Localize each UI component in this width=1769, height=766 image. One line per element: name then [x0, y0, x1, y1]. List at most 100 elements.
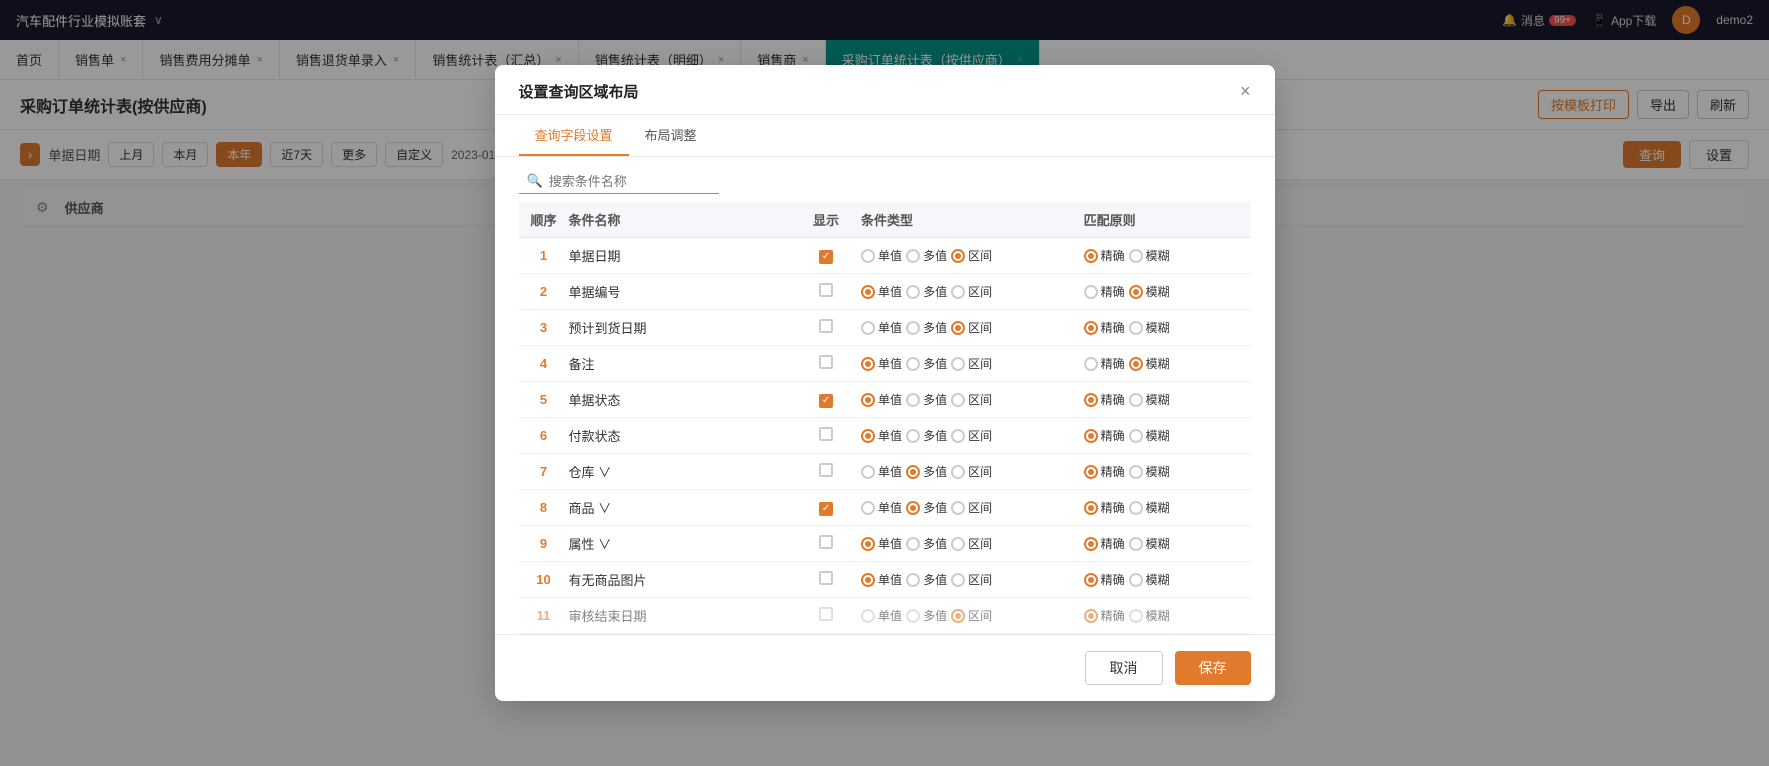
- type-radio-single[interactable]: 单值: [861, 499, 902, 516]
- radio-multi-icon[interactable]: [906, 537, 920, 551]
- match-radio-exact[interactable]: 精确: [1084, 463, 1125, 480]
- display-checkbox[interactable]: [819, 502, 833, 516]
- display-checkbox[interactable]: [819, 463, 833, 477]
- radio-range-icon[interactable]: [951, 321, 965, 335]
- type-radio-multi[interactable]: 多值: [906, 463, 947, 480]
- radio-range-icon[interactable]: [951, 357, 965, 371]
- type-radio-multi[interactable]: 多值: [906, 571, 947, 588]
- row-display[interactable]: [791, 391, 861, 408]
- dialog-close-button[interactable]: ×: [1240, 81, 1251, 102]
- radio-fuzzy-icon[interactable]: [1129, 249, 1143, 263]
- row-display[interactable]: [791, 355, 861, 372]
- type-radio-multi[interactable]: 多值: [906, 247, 947, 264]
- match-radio-fuzzy[interactable]: 模糊: [1129, 283, 1170, 300]
- radio-single-icon[interactable]: [861, 321, 875, 335]
- radio-single-icon[interactable]: [861, 357, 875, 371]
- row-display[interactable]: [791, 607, 861, 624]
- radio-multi-icon[interactable]: [906, 429, 920, 443]
- type-radio-single[interactable]: 单值: [861, 463, 902, 480]
- row-display[interactable]: [791, 427, 861, 444]
- display-checkbox[interactable]: [819, 394, 833, 408]
- match-radio-exact[interactable]: 精确: [1084, 427, 1125, 444]
- radio-fuzzy-icon[interactable]: [1129, 501, 1143, 515]
- radio-single-icon[interactable]: [861, 573, 875, 587]
- radio-multi-icon[interactable]: [906, 609, 920, 623]
- match-radio-fuzzy[interactable]: 模糊: [1129, 427, 1170, 444]
- tab-layout-adjust[interactable]: 布局调整: [629, 115, 713, 156]
- radio-range-icon[interactable]: [951, 537, 965, 551]
- match-radio-fuzzy[interactable]: 模糊: [1129, 571, 1170, 588]
- type-radio-single[interactable]: 单值: [861, 355, 902, 372]
- type-radio-single[interactable]: 单值: [861, 571, 902, 588]
- type-radio-single[interactable]: 单值: [861, 535, 902, 552]
- radio-single-icon[interactable]: [861, 537, 875, 551]
- match-radio-fuzzy[interactable]: 模糊: [1129, 391, 1170, 408]
- radio-exact-icon[interactable]: [1084, 393, 1098, 407]
- type-radio-single[interactable]: 单值: [861, 283, 902, 300]
- radio-fuzzy-icon[interactable]: [1129, 321, 1143, 335]
- type-radio-multi[interactable]: 多值: [906, 319, 947, 336]
- type-radio-single[interactable]: 单值: [861, 391, 902, 408]
- display-checkbox[interactable]: [819, 535, 833, 549]
- radio-single-icon[interactable]: [861, 249, 875, 263]
- match-radio-fuzzy[interactable]: 模糊: [1129, 535, 1170, 552]
- search-input[interactable]: [549, 174, 699, 189]
- radio-exact-icon[interactable]: [1084, 465, 1098, 479]
- match-radio-exact[interactable]: 精确: [1084, 535, 1125, 552]
- match-radio-fuzzy[interactable]: 模糊: [1129, 355, 1170, 372]
- match-radio-exact[interactable]: 精确: [1084, 283, 1125, 300]
- type-radio-range[interactable]: 区间: [951, 283, 992, 300]
- row-display[interactable]: [791, 535, 861, 552]
- radio-exact-icon[interactable]: [1084, 321, 1098, 335]
- radio-single-icon[interactable]: [861, 393, 875, 407]
- type-radio-range[interactable]: 区间: [951, 391, 992, 408]
- type-radio-multi[interactable]: 多值: [906, 391, 947, 408]
- radio-single-icon[interactable]: [861, 609, 875, 623]
- type-radio-multi[interactable]: 多值: [906, 283, 947, 300]
- radio-exact-icon[interactable]: [1084, 285, 1098, 299]
- type-radio-multi[interactable]: 多值: [906, 355, 947, 372]
- radio-multi-icon[interactable]: [906, 285, 920, 299]
- display-checkbox[interactable]: [819, 283, 833, 297]
- type-radio-range[interactable]: 区间: [951, 463, 992, 480]
- type-radio-multi[interactable]: 多值: [906, 607, 947, 624]
- radio-exact-icon[interactable]: [1084, 429, 1098, 443]
- match-radio-exact[interactable]: 精确: [1084, 247, 1125, 264]
- display-checkbox[interactable]: [819, 250, 833, 264]
- radio-exact-icon[interactable]: [1084, 249, 1098, 263]
- match-radio-fuzzy[interactable]: 模糊: [1129, 499, 1170, 516]
- match-radio-fuzzy[interactable]: 模糊: [1129, 607, 1170, 624]
- match-radio-exact[interactable]: 精确: [1084, 391, 1125, 408]
- match-radio-exact[interactable]: 精确: [1084, 355, 1125, 372]
- type-radio-range[interactable]: 区间: [951, 355, 992, 372]
- radio-fuzzy-icon[interactable]: [1129, 465, 1143, 479]
- row-display[interactable]: [791, 283, 861, 300]
- row-display[interactable]: [791, 247, 861, 264]
- type-radio-multi[interactable]: 多值: [906, 535, 947, 552]
- match-radio-fuzzy[interactable]: 模糊: [1129, 463, 1170, 480]
- radio-exact-icon[interactable]: [1084, 357, 1098, 371]
- radio-fuzzy-icon[interactable]: [1129, 609, 1143, 623]
- row-display[interactable]: [791, 571, 861, 588]
- radio-exact-icon[interactable]: [1084, 501, 1098, 515]
- display-checkbox[interactable]: [819, 355, 833, 369]
- type-radio-single[interactable]: 单值: [861, 319, 902, 336]
- radio-exact-icon[interactable]: [1084, 537, 1098, 551]
- type-radio-single[interactable]: 单值: [861, 427, 902, 444]
- type-radio-range[interactable]: 区间: [951, 499, 992, 516]
- match-radio-fuzzy[interactable]: 模糊: [1129, 247, 1170, 264]
- radio-range-icon[interactable]: [951, 501, 965, 515]
- type-radio-single[interactable]: 单值: [861, 247, 902, 264]
- radio-single-icon[interactable]: [861, 501, 875, 515]
- radio-exact-icon[interactable]: [1084, 573, 1098, 587]
- radio-range-icon[interactable]: [951, 429, 965, 443]
- radio-fuzzy-icon[interactable]: [1129, 429, 1143, 443]
- match-radio-fuzzy[interactable]: 模糊: [1129, 319, 1170, 336]
- match-radio-exact[interactable]: 精确: [1084, 319, 1125, 336]
- radio-fuzzy-icon[interactable]: [1129, 537, 1143, 551]
- display-checkbox[interactable]: [819, 319, 833, 333]
- type-radio-single[interactable]: 单值: [861, 607, 902, 624]
- radio-range-icon[interactable]: [951, 393, 965, 407]
- type-radio-range[interactable]: 区间: [951, 571, 992, 588]
- save-button[interactable]: 保存: [1175, 651, 1251, 685]
